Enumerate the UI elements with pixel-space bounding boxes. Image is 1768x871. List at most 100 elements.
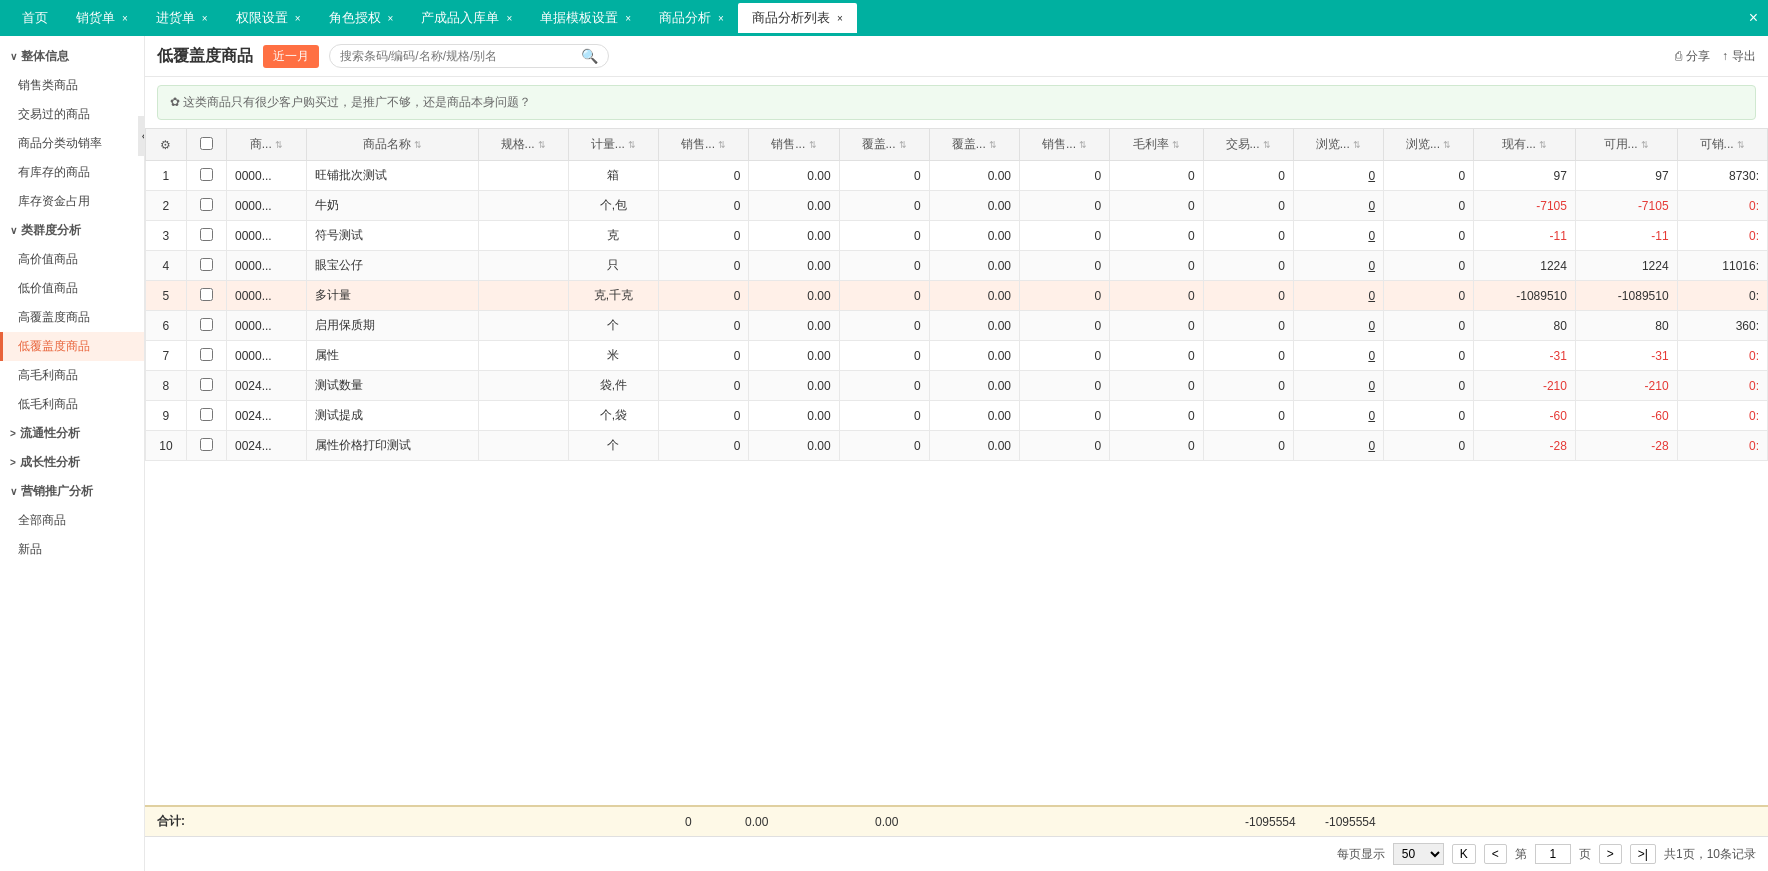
sidebar-item-sales-goods[interactable]: 销售类商品 <box>0 71 144 100</box>
sidebar-item-high-margin[interactable]: 高毛利商品 <box>0 361 144 390</box>
next-page-button[interactable]: > <box>1599 844 1622 864</box>
row-checkbox[interactable] <box>200 318 213 331</box>
nav-tab-purchase-close[interactable]: × <box>202 13 208 24</box>
export-button[interactable]: ↑ 导出 <box>1722 48 1756 65</box>
row-checkbox[interactable] <box>200 378 213 391</box>
col-name[interactable]: 商品名称 ⇅ <box>306 129 478 161</box>
col-unit[interactable]: 计量... ⇅ <box>568 129 658 161</box>
col-browse2[interactable]: 浏览... ⇅ <box>1384 129 1474 161</box>
row-checkbox[interactable] <box>200 258 213 271</box>
col-code[interactable]: 商... ⇅ <box>226 129 306 161</box>
last-page-button[interactable]: >| <box>1630 844 1656 864</box>
sidebar-item-high-value[interactable]: 高价值商品 <box>0 245 144 274</box>
cell-checkbox[interactable] <box>186 431 226 461</box>
search-input[interactable] <box>340 49 576 63</box>
prev-page-button[interactable]: < <box>1484 844 1507 864</box>
row-checkbox[interactable] <box>200 408 213 421</box>
cell-name[interactable]: 牛奶 <box>306 191 478 221</box>
row-checkbox[interactable] <box>200 198 213 211</box>
col-current-stock[interactable]: 现有... ⇅ <box>1474 129 1576 161</box>
nav-tab-home[interactable]: 首页 <box>8 3 62 33</box>
cell-browse1[interactable]: 0 <box>1293 251 1383 281</box>
sidebar-section-liquidity[interactable]: > 流通性分析 <box>0 419 144 448</box>
col-sellable[interactable]: 可销... ⇅ <box>1677 129 1767 161</box>
nav-tab-product-entry-close[interactable]: × <box>506 13 512 24</box>
sidebar-item-stocked-goods[interactable]: 有库存的商品 <box>0 158 144 187</box>
sidebar-section-cluster[interactable]: ∨ 类群度分析 <box>0 216 144 245</box>
select-all-checkbox[interactable] <box>200 137 213 150</box>
sidebar-section-growth[interactable]: > 成长性分析 <box>0 448 144 477</box>
page-input[interactable] <box>1535 844 1571 864</box>
nav-tab-product-analysis-list[interactable]: 商品分析列表 × <box>738 3 857 33</box>
nav-tab-template-close[interactable]: × <box>625 13 631 24</box>
cell-name[interactable]: 启用保质期 <box>306 311 478 341</box>
cell-name[interactable]: 属性 <box>306 341 478 371</box>
row-checkbox[interactable] <box>200 168 213 181</box>
nav-tab-role-close[interactable]: × <box>388 13 394 24</box>
col-browse1[interactable]: 浏览... ⇅ <box>1293 129 1383 161</box>
sidebar-item-category-rate[interactable]: 商品分类动销率 <box>0 129 144 158</box>
col-gross-margin[interactable]: 毛利率 ⇅ <box>1110 129 1203 161</box>
cell-checkbox[interactable] <box>186 251 226 281</box>
col-spec[interactable]: 规格... ⇅ <box>478 129 568 161</box>
sidebar-item-traded-goods[interactable]: 交易过的商品 <box>0 100 144 129</box>
share-button[interactable]: ⎙ 分享 <box>1675 48 1710 65</box>
nav-tab-sales[interactable]: 销货单 × <box>62 3 142 33</box>
nav-tab-permissions-close[interactable]: × <box>295 13 301 24</box>
cell-checkbox[interactable] <box>186 341 226 371</box>
search-icon[interactable]: 🔍 <box>581 48 598 64</box>
nav-tab-template[interactable]: 单据模板设置 × <box>526 3 645 33</box>
cell-name[interactable]: 旺铺批次测试 <box>306 161 478 191</box>
sidebar-section-overall[interactable]: ∨ 整体信息 <box>0 42 144 71</box>
sidebar-item-new-goods[interactable]: 新品 <box>0 535 144 564</box>
nav-tab-role[interactable]: 角色授权 × <box>315 3 408 33</box>
sidebar-item-all-goods[interactable]: 全部商品 <box>0 506 144 535</box>
col-sales-amt[interactable]: 销售... ⇅ <box>749 129 839 161</box>
date-filter-button[interactable]: 近一月 <box>263 45 319 68</box>
col-cover1[interactable]: 覆盖... ⇅ <box>839 129 929 161</box>
sidebar-item-low-coverage[interactable]: 低覆盖度商品 <box>0 332 144 361</box>
cell-checkbox[interactable] <box>186 281 226 311</box>
cell-name[interactable]: 测试数量 <box>306 371 478 401</box>
col-sales3[interactable]: 销售... ⇅ <box>1020 129 1110 161</box>
cell-name[interactable]: 符号测试 <box>306 221 478 251</box>
cell-checkbox[interactable] <box>186 371 226 401</box>
per-page-select[interactable]: 50 20 100 200 <box>1393 843 1444 865</box>
col-settings[interactable]: ⚙ <box>146 129 187 161</box>
sidebar-item-low-value[interactable]: 低价值商品 <box>0 274 144 303</box>
first-page-button[interactable]: K <box>1452 844 1476 864</box>
row-checkbox[interactable] <box>200 348 213 361</box>
cell-browse1[interactable]: 0 <box>1293 341 1383 371</box>
cell-checkbox[interactable] <box>186 161 226 191</box>
cell-checkbox[interactable] <box>186 221 226 251</box>
cell-browse1[interactable]: 0 <box>1293 431 1383 461</box>
cell-checkbox[interactable] <box>186 311 226 341</box>
cell-name[interactable]: 眼宝公仔 <box>306 251 478 281</box>
nav-tab-permissions[interactable]: 权限设置 × <box>222 3 315 33</box>
row-checkbox[interactable] <box>200 438 213 451</box>
nav-tab-product-analysis-list-close[interactable]: × <box>837 13 843 24</box>
col-cover2[interactable]: 覆盖... ⇅ <box>929 129 1019 161</box>
col-sales-qty[interactable]: 销售... ⇅ <box>659 129 749 161</box>
cell-name[interactable]: 属性价格打印测试 <box>306 431 478 461</box>
cell-name[interactable]: 多计量 <box>306 281 478 311</box>
cell-browse1[interactable]: 0 <box>1293 221 1383 251</box>
sidebar-section-marketing[interactable]: ∨ 营销推广分析 <box>0 477 144 506</box>
cell-browse1[interactable]: 0 <box>1293 401 1383 431</box>
nav-tab-sales-close[interactable]: × <box>122 13 128 24</box>
sidebar-item-stock-capital[interactable]: 库存资金占用 <box>0 187 144 216</box>
close-all-tabs[interactable]: × <box>1749 9 1758 27</box>
sidebar-collapse-button[interactable]: « <box>138 116 145 156</box>
row-checkbox[interactable] <box>200 228 213 241</box>
nav-tab-purchase[interactable]: 进货单 × <box>142 3 222 33</box>
col-checkbox[interactable] <box>186 129 226 161</box>
cell-browse1[interactable]: 0 <box>1293 371 1383 401</box>
cell-checkbox[interactable] <box>186 401 226 431</box>
sidebar-item-high-coverage[interactable]: 高覆盖度商品 <box>0 303 144 332</box>
nav-tab-product-analysis[interactable]: 商品分析 × <box>645 3 738 33</box>
cell-browse1[interactable]: 0 <box>1293 311 1383 341</box>
cell-name[interactable]: 测试提成 <box>306 401 478 431</box>
cell-browse1[interactable]: 0 <box>1293 161 1383 191</box>
nav-tab-product-entry[interactable]: 产成品入库单 × <box>407 3 526 33</box>
cell-checkbox[interactable] <box>186 191 226 221</box>
